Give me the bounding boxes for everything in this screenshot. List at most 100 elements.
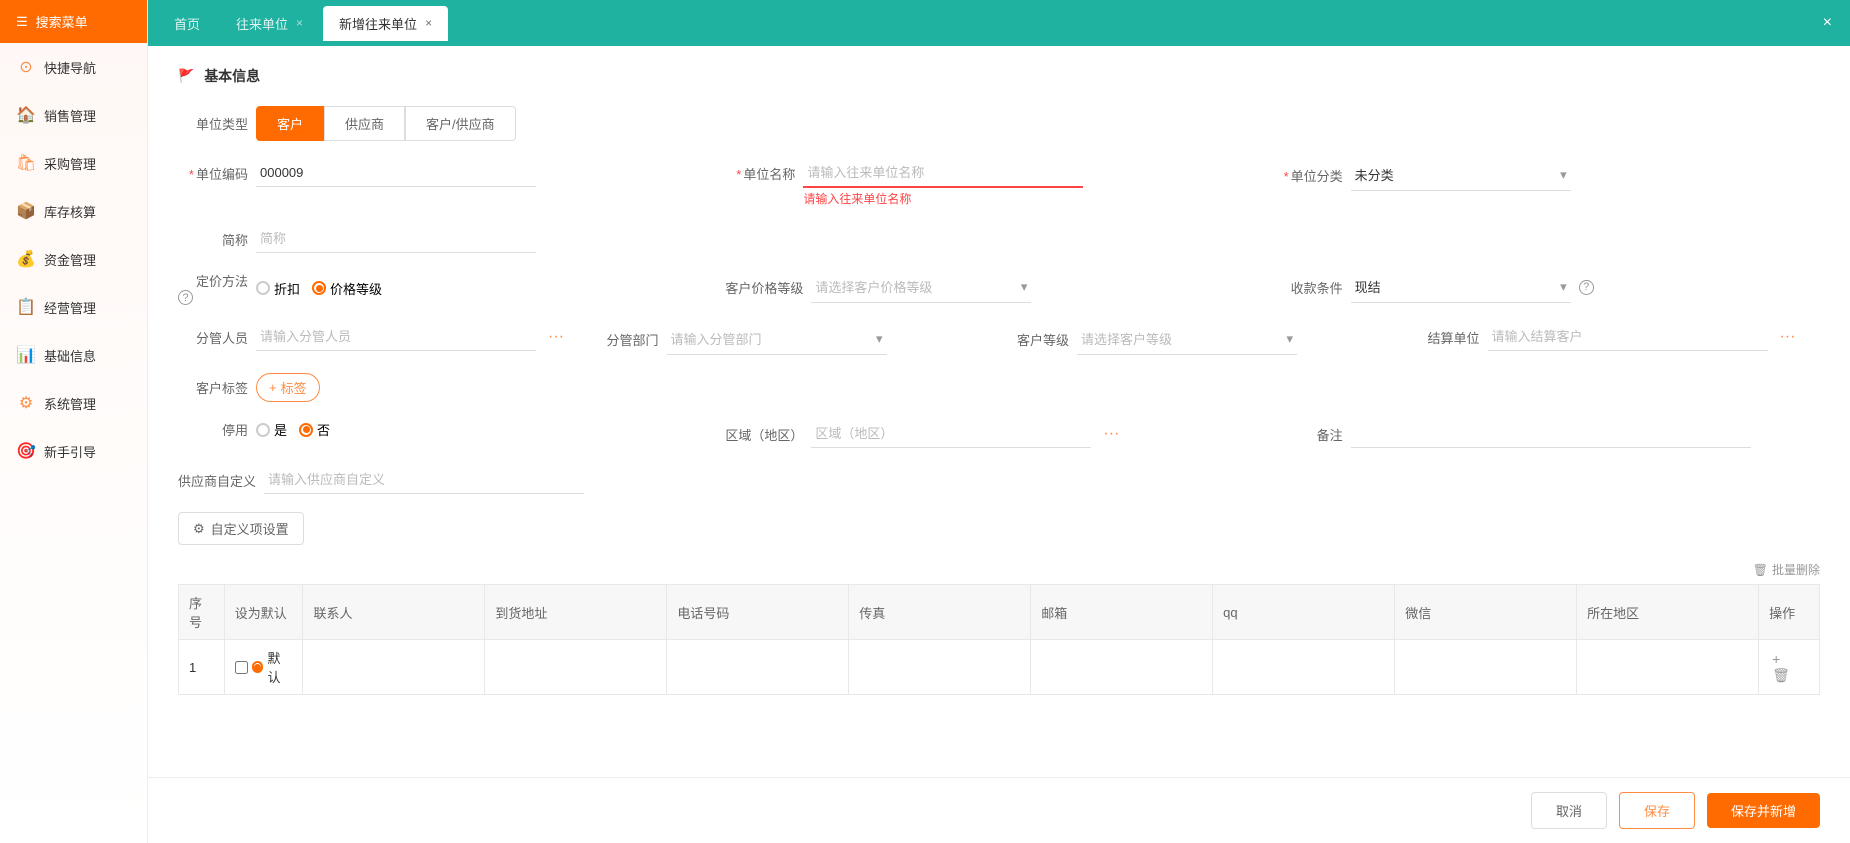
row-contact xyxy=(303,640,485,695)
settlement-label: 结算单位 xyxy=(1410,328,1480,347)
payment-terms-select[interactable]: 现结 ▾ xyxy=(1351,271,1571,303)
department-select[interactable]: 请输入分管部门 ▾ xyxy=(667,323,887,355)
payment-terms-field: 收款条件 现结 ▾ ? xyxy=(1273,271,1820,303)
cancel-button[interactable]: 取消 xyxy=(1531,792,1607,829)
unit-code-label: *单位编码 xyxy=(178,164,248,183)
sidebar-item-finance[interactable]: 💰 资金管理 xyxy=(0,235,147,283)
save-button[interactable]: 保存 xyxy=(1619,792,1695,829)
region-cell-input[interactable] xyxy=(1587,660,1748,675)
sidebar-item-guide[interactable]: 🎯 新手引导 xyxy=(0,427,147,475)
manager-more-btn[interactable]: ··· xyxy=(544,328,568,346)
sidebar-item-system[interactable]: ⚙ 系统管理 xyxy=(0,379,147,427)
qq-input[interactable] xyxy=(1223,660,1384,675)
chevron-price-level-icon: ▾ xyxy=(1021,279,1028,295)
pricing-help-icon[interactable]: ? xyxy=(178,290,193,305)
department-placeholder: 请输入分管部门 xyxy=(671,329,762,348)
abbr-field: 简称 xyxy=(178,225,1820,253)
pricing-level-option[interactable]: 价格等级 xyxy=(312,279,382,298)
row-add-btn[interactable]: + xyxy=(1769,651,1783,667)
disable-region-row: 停用 是 否 区域（地区） ··· 备注 xyxy=(178,420,1820,448)
batch-delete-label[interactable]: 批量删除 xyxy=(1772,561,1820,578)
tab-new-partner[interactable]: 新增往来单位 × xyxy=(323,6,448,41)
sidebar-label-inventory: 库存核算 xyxy=(44,202,96,221)
sidebar: ☰ 搜索菜单 ⊙ 快捷导航 🏠 销售管理 🛍 采购管理 📦 库存核算 💰 资金管… xyxy=(0,0,148,843)
discount-label: 折扣 xyxy=(274,279,300,298)
unit-btn-both[interactable]: 客户/供应商 xyxy=(405,106,516,141)
row-checkbox[interactable] xyxy=(235,661,248,674)
tab-home[interactable]: 首页 xyxy=(158,6,216,41)
unit-btn-supplier[interactable]: 供应商 xyxy=(324,106,405,141)
region-field: 区域（地区） ··· xyxy=(725,420,1272,448)
address-input[interactable] xyxy=(495,660,656,675)
save-new-button[interactable]: 保存并新增 xyxy=(1707,793,1820,828)
supplier-custom-input[interactable] xyxy=(264,466,584,494)
unit-code-field: *单位编码 xyxy=(178,159,725,187)
sidebar-item-sales[interactable]: 🏠 销售管理 xyxy=(0,91,147,139)
sidebar-item-operation[interactable]: 📋 经营管理 xyxy=(0,283,147,331)
row-delete-btn[interactable]: 🗑 xyxy=(1769,667,1793,683)
disable-no-option[interactable]: 否 xyxy=(299,420,330,439)
contact-table: 序号 设为默认 联系人 到货地址 电话号码 传真 邮箱 qq 微信 所在地区 操… xyxy=(178,584,1820,695)
batch-delete-area: 🗑 批量删除 xyxy=(178,561,1820,578)
phone-input[interactable] xyxy=(677,660,838,675)
col-phone: 电话号码 xyxy=(667,585,849,640)
customer-level-placeholder: 请选择客户等级 xyxy=(1081,329,1172,348)
level-radio-circle xyxy=(312,281,326,295)
custom-settings-button[interactable]: ⚙ 自定义项设置 xyxy=(178,512,304,545)
email-input[interactable] xyxy=(1041,660,1202,675)
tab-partners-close[interactable]: × xyxy=(296,16,303,30)
sidebar-label-basic: 基础信息 xyxy=(44,346,96,365)
tag-row: 客户标签 + 标签 xyxy=(178,373,1820,402)
unit-type-label: 单位类型 xyxy=(178,114,248,133)
payment-terms-help-icon[interactable]: ? xyxy=(1579,280,1594,295)
sidebar-item-basic[interactable]: 📊 基础信息 xyxy=(0,331,147,379)
customer-level-select[interactable]: 请选择客户等级 ▾ xyxy=(1077,323,1297,355)
default-radio[interactable] xyxy=(252,661,264,673)
tab-partners[interactable]: 往来单位 × xyxy=(220,6,319,41)
manager-input[interactable] xyxy=(256,323,536,351)
sales-icon: 🏠 xyxy=(16,105,36,125)
sidebar-search[interactable]: ☰ 搜索菜单 xyxy=(0,0,147,43)
tab-partners-label: 往来单位 xyxy=(236,14,288,33)
settlement-more-btn[interactable]: ··· xyxy=(1776,328,1800,346)
row-default: 默认 xyxy=(224,640,303,695)
wechat-input[interactable] xyxy=(1405,660,1566,675)
row-index: 1 xyxy=(179,640,225,695)
tab-new-partner-close[interactable]: × xyxy=(425,16,432,30)
settlement-input[interactable] xyxy=(1488,323,1768,351)
sidebar-item-quick-nav[interactable]: ⊙ 快捷导航 xyxy=(0,43,147,91)
row-wechat xyxy=(1395,640,1577,695)
department-field: 分管部门 请输入分管部门 ▾ xyxy=(589,323,1000,355)
disable-yes-option[interactable]: 是 xyxy=(256,420,287,439)
disable-label: 停用 xyxy=(178,420,248,439)
fax-input[interactable] xyxy=(859,660,1020,675)
sidebar-item-purchase[interactable]: 🛍 采购管理 xyxy=(0,139,147,187)
finance-icon: 💰 xyxy=(16,249,36,269)
pricing-label: 定价方法 ? xyxy=(178,271,248,305)
abbr-input[interactable] xyxy=(256,225,536,253)
remark-input[interactable] xyxy=(1351,420,1751,448)
unit-category-select[interactable]: 未分类 ▾ xyxy=(1351,159,1571,191)
default-label: 默认 xyxy=(267,648,292,686)
sidebar-item-inventory[interactable]: 📦 库存核算 xyxy=(0,187,147,235)
sidebar-label-guide: 新手引导 xyxy=(44,442,96,461)
unit-type-group: 客户 供应商 客户/供应商 xyxy=(256,106,516,141)
region-input[interactable] xyxy=(811,420,1091,448)
unit-category-label: *单位分类 xyxy=(1273,166,1343,185)
unit-code-input[interactable] xyxy=(256,159,536,187)
sidebar-label-finance: 资金管理 xyxy=(44,250,96,269)
customer-price-level-label: 客户价格等级 xyxy=(725,278,803,297)
customer-price-level-select[interactable]: 请选择客户价格等级 ▾ xyxy=(811,271,1031,303)
unit-name-input[interactable] xyxy=(803,159,1083,188)
region-more-btn[interactable]: ··· xyxy=(1099,425,1123,443)
contact-input[interactable] xyxy=(313,660,474,675)
pricing-discount-option[interactable]: 折扣 xyxy=(256,279,300,298)
default-radio-wrapper: 默认 xyxy=(252,648,293,686)
disable-no-label: 否 xyxy=(317,420,330,439)
unit-btn-customer[interactable]: 客户 xyxy=(256,106,324,141)
tag-add-button[interactable]: + 标签 xyxy=(256,373,320,402)
unit-name-error-msg: 请输入往来单位名称 xyxy=(803,190,1272,207)
remark-label: 备注 xyxy=(1273,425,1343,444)
main-close-button[interactable]: × xyxy=(1815,10,1840,36)
purchase-icon: 🛍 xyxy=(16,153,36,173)
